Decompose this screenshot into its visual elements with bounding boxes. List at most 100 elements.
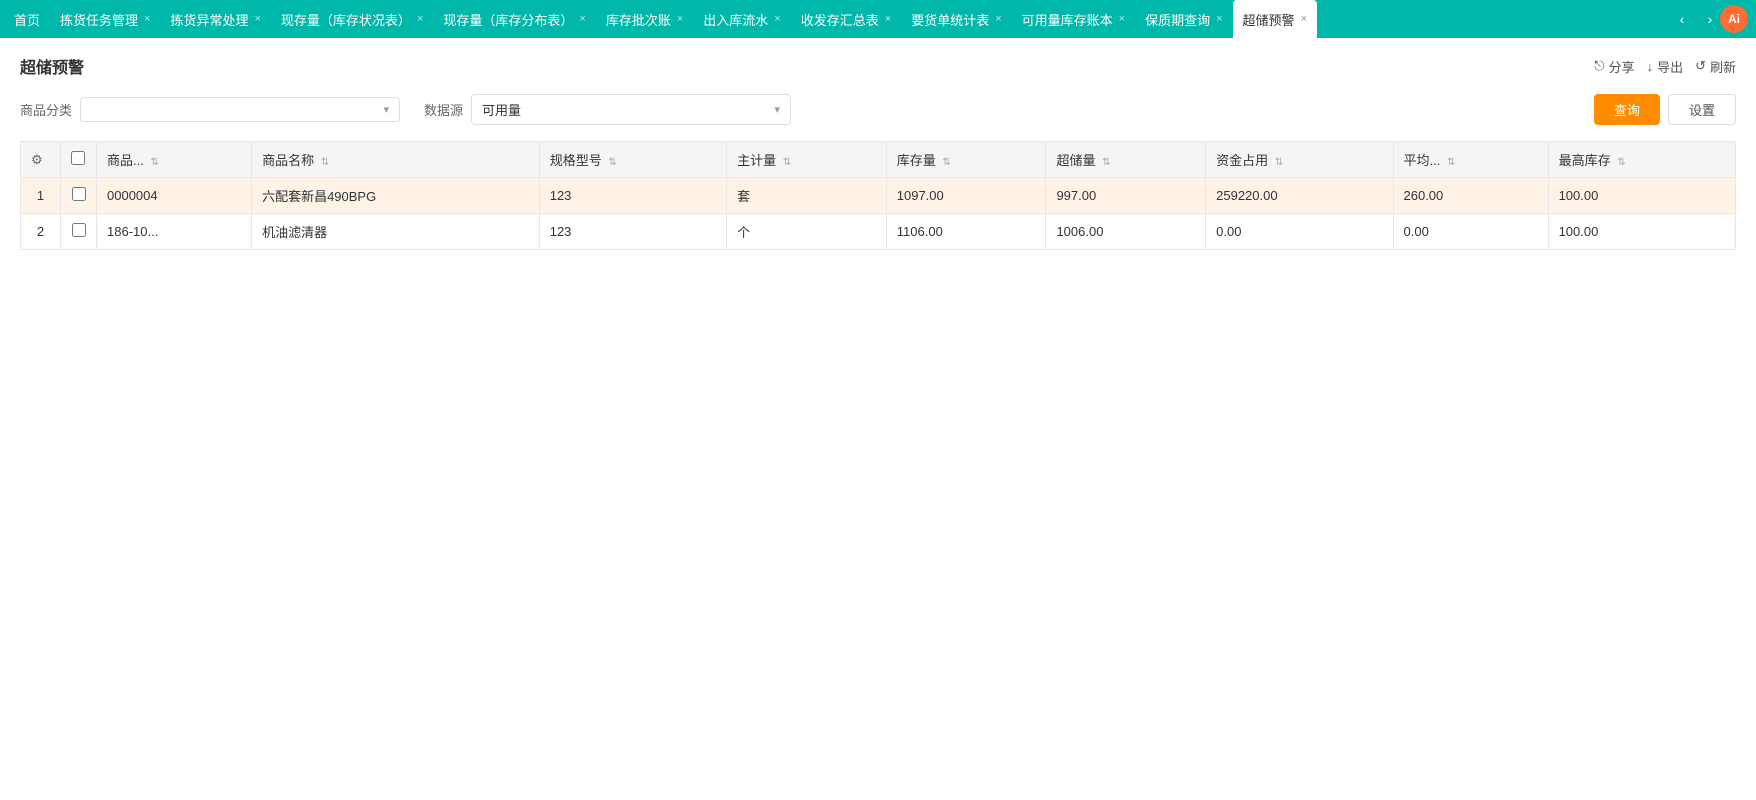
col-stock: 库存量 ⇅ bbox=[886, 142, 1046, 178]
category-label: 商品分类 bbox=[20, 100, 72, 119]
col-stock-label: 库存量 bbox=[897, 153, 936, 168]
settings-icon[interactable]: ⚙ bbox=[31, 152, 43, 167]
nav-flow[interactable]: 出入库流水 × bbox=[693, 0, 790, 38]
row-2-index-value: 2 bbox=[37, 224, 44, 239]
nav-available-book-close[interactable]: × bbox=[1119, 13, 1125, 25]
nav-inventory-dist-label: 现存量（库存分布表） bbox=[443, 10, 573, 29]
row-1-max-stock: 100.00 bbox=[1548, 178, 1735, 214]
row-2-max-stock: 100.00 bbox=[1548, 214, 1735, 250]
col-spec: 规格型号 ⇅ bbox=[539, 142, 726, 178]
nav-summary-label: 收发存汇总表 bbox=[801, 10, 879, 29]
col-checkbox-header bbox=[61, 142, 97, 178]
share-icon: ⎋ bbox=[1594, 58, 1604, 74]
nav-overstock[interactable]: 超储预警 × bbox=[1233, 0, 1317, 38]
table-header-row: ⚙ 商品... ⇅ 商品名称 ⇅ 规格型号 ⇅ 主计量 bbox=[21, 142, 1736, 178]
nav-home[interactable]: 首页 bbox=[4, 0, 50, 38]
row-2-checkbox[interactable] bbox=[72, 223, 86, 237]
settings-button[interactable]: 设置 bbox=[1668, 94, 1736, 125]
row-2-stock: 1106.00 bbox=[886, 214, 1046, 250]
export-button[interactable]: ↓ 导出 bbox=[1647, 57, 1684, 76]
nav-batch-account[interactable]: 库存批次账 × bbox=[596, 0, 693, 38]
row-1-unit: 套 bbox=[727, 178, 887, 214]
category-chevron-icon: ▾ bbox=[383, 103, 389, 116]
datasource-label: 数据源 bbox=[424, 100, 463, 119]
nav-task-mgmt-label: 拣货任务管理 bbox=[60, 10, 138, 29]
nav-exception-close[interactable]: × bbox=[254, 13, 260, 25]
refresh-label: 刷新 bbox=[1710, 57, 1736, 76]
nav-available-book[interactable]: 可用量库存账本 × bbox=[1012, 0, 1135, 38]
nav-summary-close[interactable]: × bbox=[885, 13, 891, 25]
nav-inventory-status[interactable]: 现存量（库存状况表） × bbox=[271, 0, 433, 38]
filter-row: 商品分类 ▾ 数据源 可用量 ▾ 查询 设置 bbox=[20, 94, 1736, 125]
col-unit-label: 主计量 bbox=[737, 153, 776, 168]
col-capital-sort-icon[interactable]: ⇅ bbox=[1275, 157, 1283, 168]
row-2-spec: 123 bbox=[539, 214, 726, 250]
nav-expiry-close[interactable]: × bbox=[1216, 13, 1222, 25]
col-max-stock: 最高库存 ⇅ bbox=[1548, 142, 1735, 178]
col-avg-sort-icon[interactable]: ⇅ bbox=[1447, 157, 1455, 168]
refresh-button[interactable]: ↺ 刷新 bbox=[1695, 57, 1736, 76]
col-product-name-label: 商品名称 bbox=[262, 153, 314, 168]
col-unit-sort-icon[interactable]: ⇅ bbox=[783, 157, 791, 168]
row-1-product-code: 0000004 bbox=[97, 178, 252, 214]
row-1-index: 1 bbox=[21, 178, 61, 214]
nav-order-stats[interactable]: 要货单统计表 × bbox=[901, 0, 1011, 38]
col-product-name: 商品名称 ⇅ bbox=[252, 142, 540, 178]
datasource-filter: 数据源 可用量 ▾ bbox=[424, 94, 791, 125]
page-container: 超储预警 ⎋ 分享 ↓ 导出 ↺ 刷新 商品分类 ▾ 数据源 bbox=[0, 38, 1756, 800]
col-product-code-label: 商品... bbox=[107, 153, 144, 168]
table-header: ⚙ 商品... ⇅ 商品名称 ⇅ 规格型号 ⇅ 主计量 bbox=[21, 142, 1736, 178]
nav-inventory-status-close[interactable]: × bbox=[417, 13, 423, 25]
col-capital-label: 资金占用 bbox=[1216, 153, 1268, 168]
nav-inventory-dist[interactable]: 现存量（库存分布表） × bbox=[433, 0, 595, 38]
col-avg-label: 平均... bbox=[1404, 153, 1441, 168]
data-table: ⚙ 商品... ⇅ 商品名称 ⇅ 规格型号 ⇅ 主计量 bbox=[20, 141, 1736, 250]
query-button[interactable]: 查询 bbox=[1594, 94, 1660, 125]
share-label: 分享 bbox=[1609, 57, 1635, 76]
col-product-code-sort-icon[interactable]: ⇅ bbox=[150, 157, 158, 168]
col-overstock-label: 超储量 bbox=[1056, 153, 1095, 168]
nav-order-stats-label: 要货单统计表 bbox=[911, 10, 989, 29]
nav-batch-account-close[interactable]: × bbox=[677, 13, 683, 25]
col-max-stock-label: 最高库存 bbox=[1559, 153, 1611, 168]
col-stock-sort-icon[interactable]: ⇅ bbox=[942, 157, 950, 168]
nav-order-stats-close[interactable]: × bbox=[995, 13, 1001, 25]
table-row: 1 0000004 六配套新昌490BPG 123 套 1097.00 997.… bbox=[21, 178, 1736, 214]
col-capital: 资金占用 ⇅ bbox=[1206, 142, 1393, 178]
nav-prev-arrow[interactable]: ‹ bbox=[1668, 0, 1696, 38]
nav-inventory-dist-close[interactable]: × bbox=[579, 13, 585, 25]
col-unit: 主计量 ⇅ bbox=[727, 142, 887, 178]
nav-task-mgmt-close[interactable]: × bbox=[144, 13, 150, 25]
row-1-avg: 260.00 bbox=[1393, 178, 1548, 214]
header-actions: ⎋ 分享 ↓ 导出 ↺ 刷新 bbox=[1594, 57, 1736, 76]
nav-flow-label: 出入库流水 bbox=[703, 10, 768, 29]
row-1-overstock: 997.00 bbox=[1046, 178, 1206, 214]
nav-task-mgmt[interactable]: 拣货任务管理 × bbox=[50, 0, 160, 38]
share-button[interactable]: ⎋ 分享 bbox=[1594, 57, 1634, 76]
row-2-product-name: 机油滤清器 bbox=[252, 214, 540, 250]
nav-summary[interactable]: 收发存汇总表 × bbox=[791, 0, 901, 38]
avatar[interactable]: Ai bbox=[1720, 5, 1748, 33]
page-title: 超储预警 bbox=[20, 54, 84, 78]
datasource-select[interactable]: 可用量 ▾ bbox=[471, 94, 791, 125]
category-select[interactable]: ▾ bbox=[80, 97, 400, 122]
row-1-checkbox[interactable] bbox=[72, 187, 86, 201]
row-2-capital: 0.00 bbox=[1206, 214, 1393, 250]
top-nav: 首页 拣货任务管理 × 拣货异常处理 × 现存量（库存状况表） × 现存量（库存… bbox=[0, 0, 1756, 38]
nav-overstock-close[interactable]: × bbox=[1301, 13, 1307, 25]
col-spec-label: 规格型号 bbox=[550, 153, 602, 168]
col-product-name-sort-icon[interactable]: ⇅ bbox=[321, 157, 329, 168]
select-all-checkbox[interactable] bbox=[71, 151, 85, 165]
col-max-stock-sort-icon[interactable]: ⇅ bbox=[1617, 157, 1625, 168]
col-spec-sort-icon[interactable]: ⇅ bbox=[608, 157, 616, 168]
col-overstock-sort-icon[interactable]: ⇅ bbox=[1102, 157, 1110, 168]
nav-expiry[interactable]: 保质期查询 × bbox=[1135, 0, 1232, 38]
nav-exception[interactable]: 拣货异常处理 × bbox=[160, 0, 270, 38]
row-1-product-name: 六配套新昌490BPG bbox=[252, 178, 540, 214]
row-2-product-code: 186-10... bbox=[97, 214, 252, 250]
export-label: 导出 bbox=[1657, 57, 1683, 76]
filter-actions: 查询 设置 bbox=[1594, 94, 1736, 125]
nav-batch-account-label: 库存批次账 bbox=[606, 10, 671, 29]
nav-flow-close[interactable]: × bbox=[774, 13, 780, 25]
row-2-avg: 0.00 bbox=[1393, 214, 1548, 250]
